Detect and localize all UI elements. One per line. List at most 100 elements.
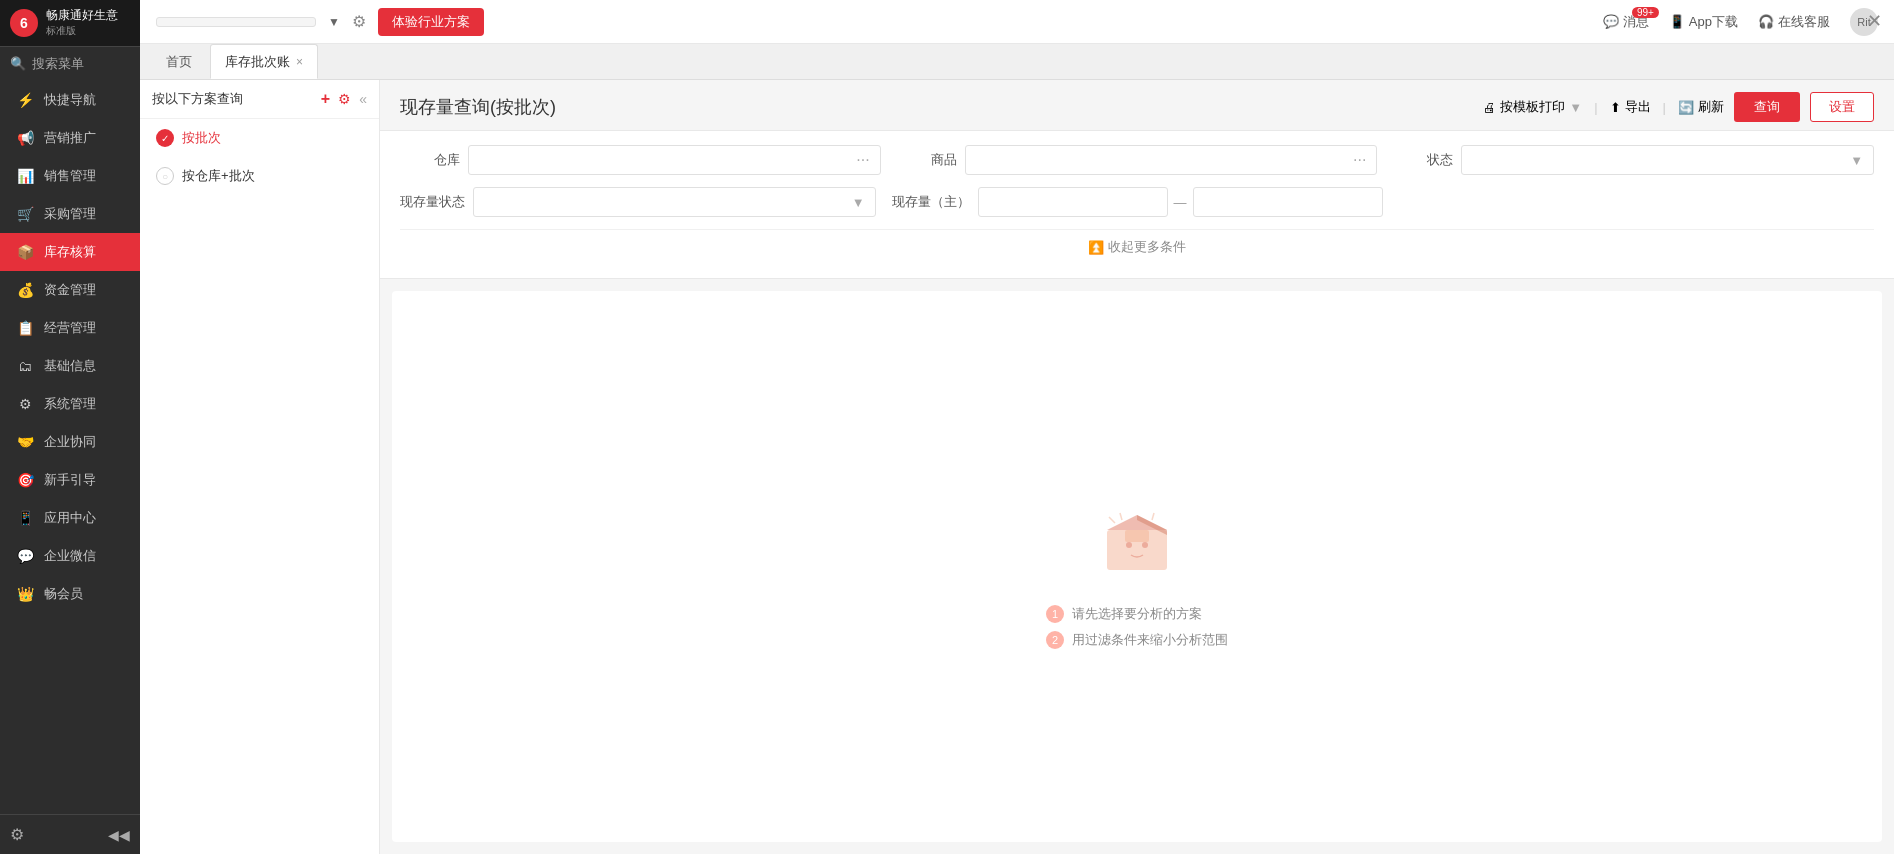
topbar: ▼ ⚙ 体验行业方案 💬 消息 99+ 📱 App下载 🎧 在线客服 Rit — [140, 0, 1894, 44]
sidebar-search[interactable]: 🔍 搜索菜单 — [0, 47, 140, 81]
range-separator: — — [1174, 195, 1187, 210]
warehouse-dots-icon[interactable]: ··· — [856, 151, 869, 169]
status-select[interactable]: ▼ — [1461, 145, 1874, 175]
left-panel-title: 按以下方案查询 — [152, 90, 243, 108]
basic-icon: 🗂 — [16, 358, 34, 374]
membership-icon: 👑 — [16, 586, 34, 602]
scheme-item-by-batch[interactable]: ✓ 按批次 — [140, 119, 379, 157]
phone-icon: 📱 — [1669, 14, 1685, 29]
sidebar-item-newbie[interactable]: 🎯 新手引导 — [0, 461, 140, 499]
collapse-up-icon: ⏫ — [1088, 240, 1104, 255]
print-dropdown-icon[interactable]: ▼ — [1569, 100, 1582, 115]
quantity-max-input[interactable] — [1193, 187, 1383, 217]
sidebar-item-quick-nav[interactable]: ⚡ 快捷导航 — [0, 81, 140, 119]
left-panel-header: 按以下方案查询 + ⚙ « — [140, 80, 379, 119]
inventory-status-dropdown-icon: ▼ — [852, 195, 865, 210]
quantity-min-input[interactable] — [978, 187, 1168, 217]
messages-badge: 99+ — [1632, 7, 1659, 18]
sidebar-header: 6 畅康通好生意 标准版 — [0, 0, 140, 47]
enterprise-wechat-icon: 💬 — [16, 548, 34, 564]
empty-tip-1: 1 请先选择要分析的方案 — [1046, 605, 1228, 623]
sidebar-item-enterprise-wechat[interactable]: 💬 企业微信 — [0, 537, 140, 575]
quick-nav-icon: ⚡ — [16, 92, 34, 108]
right-content: 现存量查询(按批次) 🖨 按模板打印 ▼ | ⬆ 导出 | 🔄 — [380, 80, 1894, 854]
app-download-item[interactable]: 📱 App下载 — [1669, 13, 1738, 31]
operations-icon: 📋 — [16, 320, 34, 336]
print-action[interactable]: 🖨 按模板打印 ▼ — [1483, 98, 1582, 116]
trial-button[interactable]: 体验行业方案 — [378, 8, 484, 36]
topbar-dropdown-arrow[interactable]: ▼ — [328, 15, 340, 29]
empty-state: 1 请先选择要分析的方案 2 用过滤条件来缩小分析范围 — [392, 291, 1882, 842]
scheme-item-by-warehouse-batch[interactable]: ○ 按仓库+批次 — [140, 157, 379, 195]
sidebar-item-operations[interactable]: 📋 经营管理 — [0, 309, 140, 347]
refresh-icon: 🔄 — [1678, 100, 1694, 115]
tab-inventory-batch[interactable]: 库存批次账 × — [210, 44, 318, 79]
inventory-icon: 📦 — [16, 244, 34, 260]
svg-line-6 — [1109, 517, 1115, 523]
warehouse-input[interactable]: ··· — [468, 145, 881, 175]
tip-num-1: 1 — [1046, 605, 1064, 623]
sidebar-item-sales[interactable]: 📊 销售管理 — [0, 157, 140, 195]
topbar-left: ▼ ⚙ 体验行业方案 — [156, 8, 484, 36]
product-dots-icon[interactable]: ··· — [1353, 151, 1366, 169]
messages-item[interactable]: 💬 消息 99+ — [1603, 13, 1649, 31]
status-dropdown-icon: ▼ — [1850, 153, 1863, 168]
collapse-panel-icon[interactable]: « — [359, 91, 367, 107]
empty-tip-2: 2 用过滤条件来缩小分析范围 — [1046, 631, 1228, 649]
topbar-gear-icon[interactable]: ⚙ — [352, 12, 366, 31]
sidebar-item-marketing[interactable]: 📢 营销推广 — [0, 119, 140, 157]
sidebar-item-system[interactable]: ⚙ 系统管理 — [0, 385, 140, 423]
add-scheme-icon[interactable]: + — [321, 90, 330, 108]
page-header-actions: 🖨 按模板打印 ▼ | ⬆ 导出 | 🔄 刷新 查询 设置 — [1483, 92, 1874, 122]
filter-row-1: 仓库 ··· 商品 ··· 状态 — [400, 145, 1874, 175]
collapse-more-button[interactable]: ⏫ 收起更多条件 — [400, 229, 1874, 264]
settings-icon[interactable]: ⚙ — [10, 825, 24, 844]
left-panel: 按以下方案查询 + ⚙ « ✓ 按批次 ○ 按仓库+批次 — [140, 80, 380, 854]
app-edition: 标准版 — [46, 24, 118, 38]
filter-quantity: 现存量（主） — — [892, 187, 1383, 217]
scheme-settings-icon[interactable]: ⚙ — [338, 91, 351, 107]
sidebar-item-app-center[interactable]: 📱 应用中心 — [0, 499, 140, 537]
topbar-search-bar — [156, 17, 316, 27]
query-button[interactable]: 查询 — [1734, 92, 1800, 122]
search-icon: 🔍 — [10, 56, 26, 71]
product-input[interactable]: ··· — [965, 145, 1378, 175]
refresh-action[interactable]: 🔄 刷新 — [1678, 98, 1724, 116]
tab-close-inventory-batch[interactable]: × — [296, 55, 303, 69]
sidebar: 6 畅康通好生意 标准版 🔍 搜索菜单 ⚡ 快捷导航 📢 营销推广 📊 销售管理… — [0, 0, 140, 854]
sidebar-item-membership[interactable]: 👑 畅会员 — [0, 575, 140, 613]
sidebar-item-finance[interactable]: 💰 资金管理 — [0, 271, 140, 309]
status-label: 状态 — [1393, 151, 1453, 169]
empty-illustration — [1087, 485, 1187, 585]
scheme-inactive-icon: ○ — [156, 167, 174, 185]
settings-button[interactable]: 设置 — [1810, 92, 1874, 122]
sidebar-nav: ⚡ 快捷导航 📢 营销推广 📊 销售管理 🛒 采购管理 📦 库存核算 💰 资金管… — [0, 81, 140, 814]
tabbar: 首页 库存批次账 × — [140, 44, 1894, 80]
headset-icon: 🎧 — [1758, 14, 1774, 29]
product-label: 商品 — [897, 151, 957, 169]
svg-point-5 — [1142, 542, 1148, 548]
sidebar-item-inventory[interactable]: 📦 库存核算 — [0, 233, 140, 271]
collapse-sidebar-icon[interactable]: ◀◀ — [108, 827, 130, 843]
newbie-icon: 🎯 — [16, 472, 34, 488]
enterprise-icon: 🤝 — [16, 434, 34, 450]
sidebar-item-enterprise[interactable]: 🤝 企业协同 — [0, 423, 140, 461]
marketing-icon: 📢 — [16, 130, 34, 146]
app-name: 畅康通好生意 — [46, 8, 118, 24]
export-action[interactable]: ⬆ 导出 — [1610, 98, 1651, 116]
left-panel-actions: + ⚙ « — [321, 90, 367, 108]
filter-warehouse: 仓库 ··· — [400, 145, 881, 175]
print-icon: 🖨 — [1483, 100, 1496, 115]
main-area: ▼ ⚙ 体验行业方案 💬 消息 99+ 📱 App下载 🎧 在线客服 Rit — [140, 0, 1894, 854]
purchase-icon: 🛒 — [16, 206, 34, 222]
finance-icon: 💰 — [16, 282, 34, 298]
svg-line-8 — [1152, 513, 1154, 520]
tab-home[interactable]: 首页 — [152, 44, 206, 79]
sidebar-item-basic[interactable]: 🗂 基础信息 — [0, 347, 140, 385]
online-service-item[interactable]: 🎧 在线客服 — [1758, 13, 1830, 31]
filter-row-2: 现存量状态 ▼ 现存量（主） — — [400, 187, 1874, 217]
inventory-status-select[interactable]: ▼ — [473, 187, 876, 217]
quantity-range: — — [978, 187, 1383, 217]
sidebar-item-purchase[interactable]: 🛒 采购管理 — [0, 195, 140, 233]
filter-inventory-status: 现存量状态 ▼ — [400, 187, 876, 217]
